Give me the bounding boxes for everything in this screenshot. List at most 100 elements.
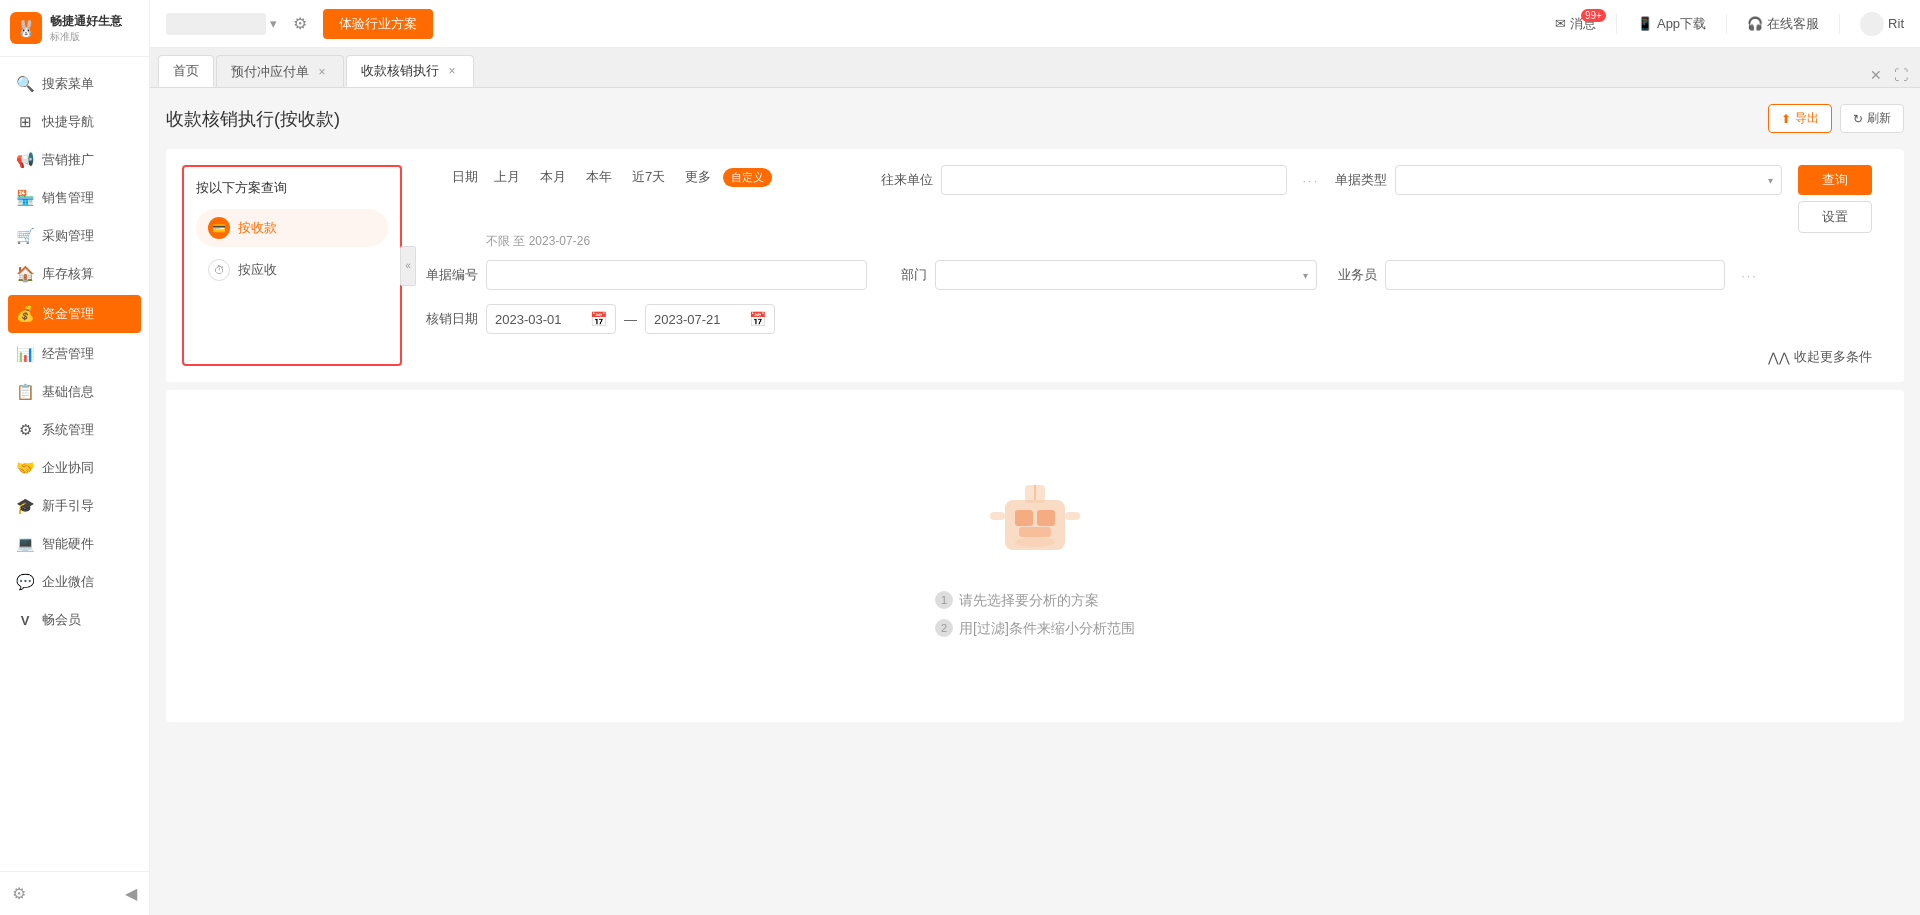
verify-date-end-input[interactable]: 2023-07-21 📅 — [645, 304, 775, 334]
svg-rect-7 — [1065, 512, 1080, 520]
tab-close-all-icon[interactable]: ✕ — [1866, 63, 1886, 87]
empty-tips: 1 请先选择要分析的方案 2 用[过滤]条件来缩小分析范围 — [935, 586, 1135, 642]
sidebar-item-label: 智能硬件 — [42, 535, 94, 553]
filter-left-collapse-button[interactable]: « — [400, 246, 416, 286]
topbar-right: ✉ 消息 99+ 📱 App下载 🎧 在线客服 Rit — [1555, 12, 1904, 36]
filter-option-by-receivable[interactable]: ⏱ 按应收 — [196, 251, 388, 289]
empty-illustration — [975, 470, 1095, 570]
by-receivable-icon: ⏱ — [208, 259, 230, 281]
topbar-gear-icon[interactable]: ⚙ — [293, 14, 307, 33]
sidebar-item-quick-nav[interactable]: ⊞ 快捷导航 — [0, 103, 149, 141]
date-7days-btn[interactable]: 近7天 — [624, 165, 673, 189]
tab-prepay[interactable]: 预付冲应付单 × — [216, 55, 344, 87]
sidebar-item-marketing[interactable]: 📢 营销推广 — [0, 141, 149, 179]
date-last-month-btn[interactable]: 上月 — [486, 165, 528, 189]
doctype-dropdown-icon: ▾ — [1768, 175, 1773, 186]
verify-date-start-calendar-icon[interactable]: 📅 — [590, 311, 607, 327]
settings-button[interactable]: 设置 — [1798, 201, 1872, 233]
date-this-year-btn[interactable]: 本年 — [578, 165, 620, 189]
svg-rect-2 — [1037, 510, 1055, 526]
docno-input[interactable] — [486, 260, 867, 290]
date-custom-badge[interactable]: 自定义 — [723, 168, 772, 187]
tab-home[interactable]: 首页 — [158, 55, 214, 87]
service-icon: 🎧 — [1747, 16, 1763, 31]
tab-fullscreen-icon[interactable]: ⛶ — [1890, 63, 1912, 87]
logo-icon: 🐰 — [10, 12, 42, 44]
logo-text: 畅捷通好生意 标准版 — [50, 13, 122, 44]
sidebar-item-sales[interactable]: 🏪 销售管理 — [0, 179, 149, 217]
filter-row-2: 单据编号 部门 ▾ 业务员 — [418, 260, 1872, 290]
marketing-icon: 📢 — [16, 151, 34, 169]
empty-state: 1 请先选择要分析的方案 2 用[过滤]条件来缩小分析范围 — [166, 390, 1904, 722]
tip2-number: 2 — [935, 619, 953, 637]
by-receipt-icon: 💳 — [208, 217, 230, 239]
by-receivable-label: 按应收 — [238, 261, 277, 279]
sidebar-item-label: 企业协同 — [42, 459, 94, 477]
topbar: ▾ ⚙ 体验行业方案 ✉ 消息 99+ 📱 App下载 🎧 在线客服 Ri — [150, 0, 1920, 48]
verify-date-start-input[interactable]: 2023-03-01 📅 — [486, 304, 616, 334]
tab-home-label: 首页 — [173, 62, 199, 80]
sidebar-item-operations[interactable]: 📊 经营管理 — [0, 335, 149, 373]
docno-label: 单据编号 — [418, 266, 478, 284]
app-download-link[interactable]: 📱 App下载 — [1637, 15, 1706, 33]
sidebar-item-hardware[interactable]: 💻 智能硬件 — [0, 525, 149, 563]
query-settings-group: 查询 设置 — [1798, 165, 1872, 233]
dept-select[interactable]: ▾ — [935, 260, 1316, 290]
hardware-icon: 💻 — [16, 535, 34, 553]
date-more-btn[interactable]: 更多 — [677, 165, 719, 189]
svg-rect-6 — [990, 512, 1005, 520]
tip1-text: 请先选择要分析的方案 — [959, 586, 1099, 614]
verify-date-end-calendar-icon[interactable]: 📅 — [749, 311, 766, 327]
sidebar-item-inventory[interactable]: 🏠 库存核算 — [0, 255, 149, 293]
refresh-button[interactable]: ↻ 刷新 — [1840, 104, 1904, 133]
online-service-link[interactable]: 🎧 在线客服 — [1747, 15, 1819, 33]
message-icon: ✉ — [1555, 16, 1566, 31]
staff-input[interactable] — [1385, 260, 1725, 290]
doctype-select[interactable]: ▾ — [1395, 165, 1782, 195]
sidebar-nav: 🔍 搜索菜单 ⊞ 快捷导航 📢 营销推广 🏪 销售管理 🛒 采购管理 🏠 库存核… — [0, 57, 149, 871]
date-nolimit-row: 不限 至 2023-07-26 — [486, 233, 1872, 250]
sidebar-item-finance[interactable]: 💰 资金管理 — [8, 295, 141, 333]
sidebar: 🐰 畅捷通好生意 标准版 🔍 搜索菜单 ⊞ 快捷导航 📢 营销推广 🏪 销售管理… — [0, 0, 150, 915]
sidebar-item-system[interactable]: ⚙ 系统管理 — [0, 411, 149, 449]
svg-point-3 — [1015, 537, 1055, 547]
collapse-more-button[interactable]: ⋀⋀ 收起更多条件 — [1768, 348, 1872, 366]
export-button[interactable]: ⬆ 导出 — [1768, 104, 1832, 133]
staff-more-icon[interactable]: ··· — [1733, 268, 1766, 283]
filter-layout: 按以下方案查询 💳 按收款 ⏱ 按应收 « — [182, 165, 1888, 366]
filter-option-by-receipt[interactable]: 💳 按收款 — [196, 209, 388, 247]
sidebar-item-search-menu[interactable]: 🔍 搜索菜单 — [0, 65, 149, 103]
export-label: 导出 — [1795, 110, 1819, 127]
sidebar-item-member[interactable]: V 畅会员 — [0, 601, 149, 639]
sidebar-item-wechat[interactable]: 💬 企业微信 — [0, 563, 149, 601]
topbar-search: ▾ — [166, 13, 277, 35]
page-title: 收款核销执行(按收款) — [166, 107, 340, 131]
service-label: 在线客服 — [1767, 15, 1819, 33]
svg-rect-8 — [1019, 527, 1051, 537]
user-name: Rit — [1888, 16, 1904, 31]
dept-label: 部门 — [867, 266, 927, 284]
footer-settings-icon[interactable]: ⚙ — [12, 884, 26, 903]
sidebar-item-label: 系统管理 — [42, 421, 94, 439]
tab-receipt-verify[interactable]: 收款核销执行 × — [346, 55, 474, 87]
message-badge[interactable]: ✉ 消息 99+ — [1555, 15, 1596, 33]
inventory-icon: 🏠 — [16, 265, 34, 283]
footer-collapse-icon[interactable]: ◀ — [125, 884, 137, 903]
sidebar-item-enterprise[interactable]: 🤝 企业协同 — [0, 449, 149, 487]
sidebar-item-label: 新手引导 — [42, 497, 94, 515]
counterparty-more-icon[interactable]: ··· — [1295, 173, 1328, 188]
counterparty-input[interactable] — [941, 165, 1287, 195]
user-profile[interactable]: Rit — [1860, 12, 1904, 36]
sidebar-item-basic-info[interactable]: 📋 基础信息 — [0, 373, 149, 411]
query-button[interactable]: 查询 — [1798, 165, 1872, 195]
date-this-month-btn[interactable]: 本月 — [532, 165, 574, 189]
guide-icon: 🎓 — [16, 497, 34, 515]
topbar-divider-3 — [1839, 14, 1840, 34]
sidebar-item-guide[interactable]: 🎓 新手引导 — [0, 487, 149, 525]
topbar-chevron-icon: ▾ — [270, 16, 277, 31]
tab-receipt-verify-close-icon[interactable]: × — [445, 64, 459, 78]
tab-prepay-close-icon[interactable]: × — [315, 65, 329, 79]
industry-solution-button[interactable]: 体验行业方案 — [323, 9, 433, 39]
sidebar-item-label: 企业微信 — [42, 573, 94, 591]
sidebar-item-purchase[interactable]: 🛒 采购管理 — [0, 217, 149, 255]
